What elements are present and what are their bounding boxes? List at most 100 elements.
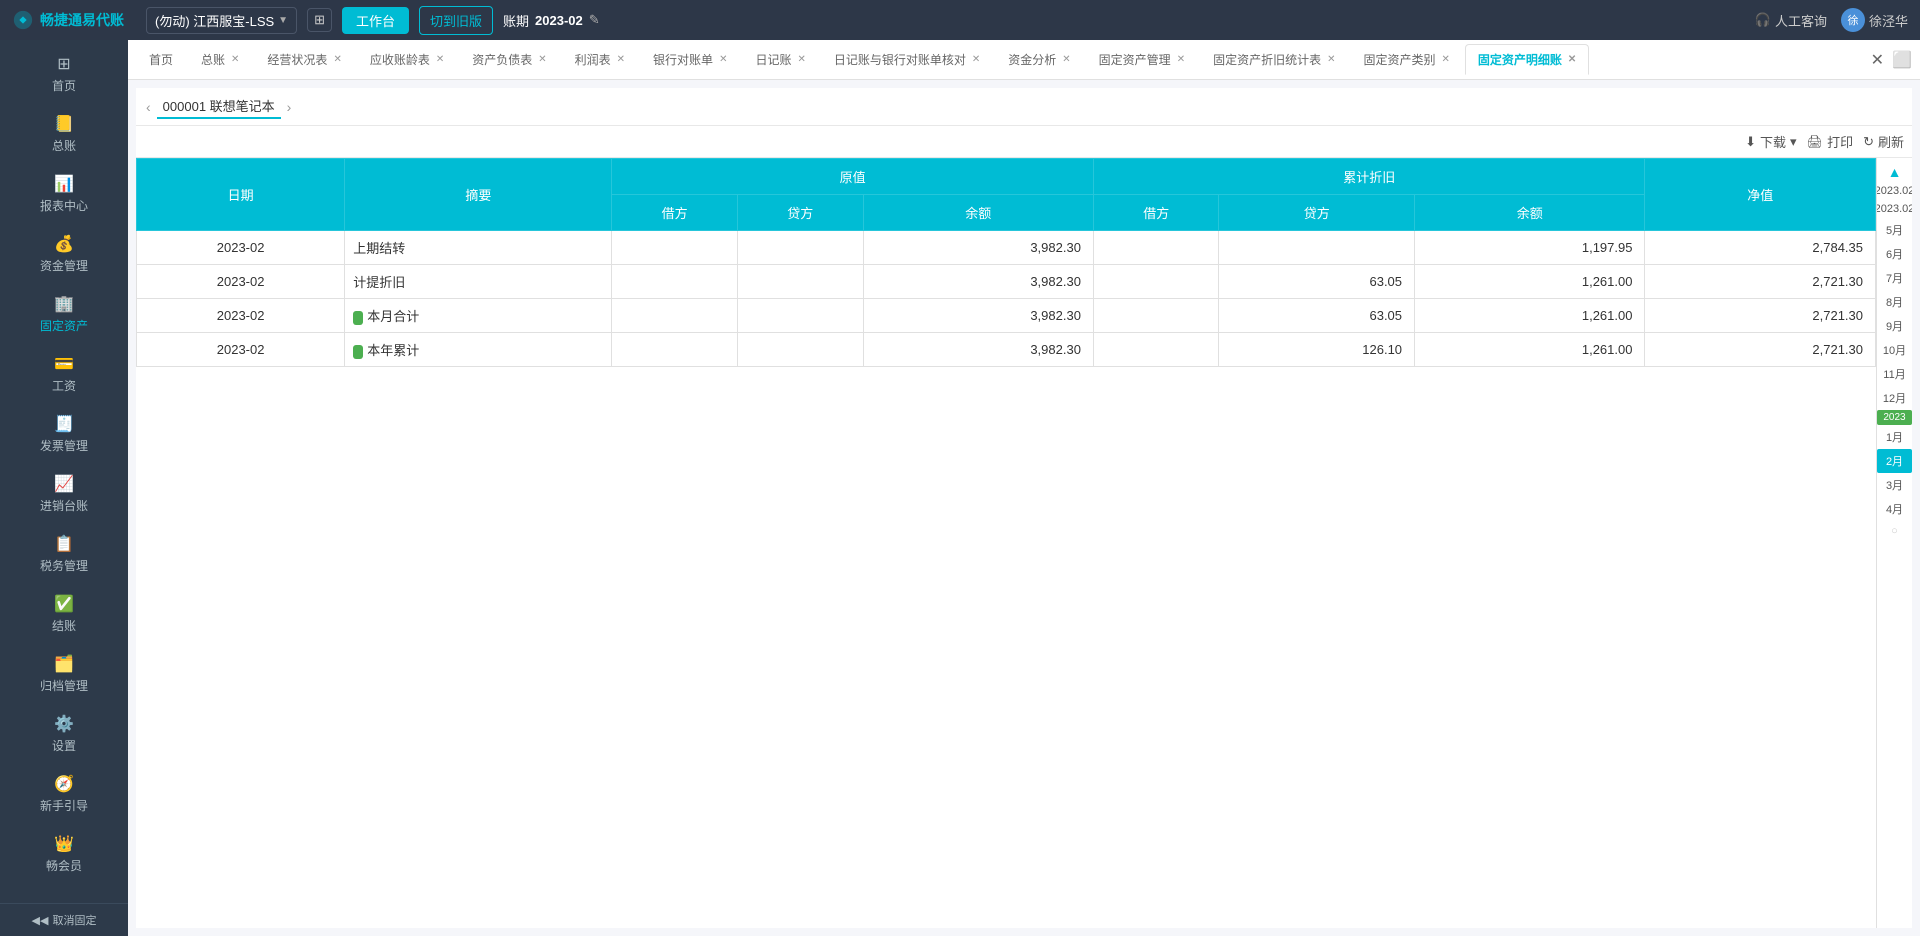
tab-reconcile[interactable]: 日记账与银行对账单核对 ✕ (821, 44, 993, 75)
tab-capital-analysis-close[interactable]: ✕ (1062, 54, 1070, 65)
sidebar-item-tax[interactable]: 📋 税务管理 (0, 524, 128, 584)
refresh-button[interactable]: ↻ 刷新 (1863, 132, 1904, 151)
tab-fixed-mgmt[interactable]: 固定资产管理 ✕ (1086, 44, 1198, 75)
tab-home[interactable]: 首页 (136, 44, 186, 75)
tab-fixed-detail-close[interactable]: ✕ (1568, 54, 1576, 65)
headset-icon: 🎧 (1755, 12, 1771, 28)
tab-operations-close[interactable]: ✕ (333, 54, 341, 65)
sidebar-item-capital[interactable]: 💰 资金管理 (0, 224, 128, 284)
settle-icon: ✅ (54, 594, 74, 614)
tab-depreciation-stats[interactable]: 固定资产折旧统计表 ✕ (1200, 44, 1348, 75)
panel-month-10[interactable]: 10月 (1877, 338, 1912, 362)
app-title: 畅捷通易代账 (40, 10, 124, 30)
table-row[interactable]: 2023-02本月合计3,982.3063.051,261.002,721.30 (137, 299, 1876, 333)
panel-month-7[interactable]: 7月 (1877, 266, 1912, 290)
ledger-icon: 📒 (54, 114, 74, 134)
col-orig-balance: 余额 (863, 195, 1093, 231)
sidebar-label-ledger: 总账 (52, 137, 76, 154)
sidebar-item-settle[interactable]: ✅ 结账 (0, 584, 128, 644)
table-row[interactable]: 2023-02上期结转3,982.301,197.952,784.35 (137, 231, 1876, 265)
sidebar-item-settings[interactable]: ⚙️ 设置 (0, 704, 128, 764)
sidebar-item-archive[interactable]: 🗂️ 归档管理 (0, 644, 128, 704)
sidebar-item-guide[interactable]: 🧭 新手引导 (0, 764, 128, 824)
tab-journal[interactable]: 日记账 ✕ (742, 44, 818, 75)
col-orig-credit: 贷方 (737, 195, 863, 231)
panel-date-label2[interactable]: 2023.02 (1876, 200, 1912, 218)
sidebar-item-home[interactable]: ⊞ 首页 (0, 44, 128, 104)
tab-bank-close[interactable]: ✕ (719, 54, 727, 65)
panel-up-icon[interactable]: ▲ (1886, 162, 1904, 182)
tab-ledger-close[interactable]: ✕ (231, 54, 239, 65)
close-all-tabs-icon[interactable]: ✕ (1871, 50, 1884, 70)
tab-receivable-close[interactable]: ✕ (436, 54, 444, 65)
tab-journal-close[interactable]: ✕ (797, 54, 805, 65)
panel-month-1[interactable]: 1月 (1877, 425, 1912, 449)
company-name: (勿动) 江西服宝-LSS (155, 11, 274, 30)
col-orig-debit: 借方 (612, 195, 738, 231)
pin-toggle[interactable]: ◀◀ 取消固定 (0, 903, 128, 936)
sidebar-item-invoice[interactable]: 🧾 发票管理 (0, 404, 128, 464)
col-accum-balance: 余额 (1415, 195, 1645, 231)
tab-fixed-category-close[interactable]: ✕ (1442, 54, 1450, 65)
tab-fixed-detail-label: 固定资产明细账 (1478, 51, 1562, 68)
sidebar-item-payroll[interactable]: 💳 工资 (0, 344, 128, 404)
panel-month-12[interactable]: 12月 (1877, 386, 1912, 410)
tab-fixed-mgmt-close[interactable]: ✕ (1177, 54, 1185, 65)
tab-capital-analysis[interactable]: 资金分析 ✕ (995, 44, 1083, 75)
panel-month-11[interactable]: 11月 (1877, 362, 1912, 386)
tab-reconcile-close[interactable]: ✕ (972, 54, 980, 65)
download-icon: ⬇ (1745, 134, 1756, 150)
panel-date-top[interactable]: 2023.02 (1876, 182, 1912, 200)
table-row[interactable]: 2023-02计提折旧3,982.3063.051,261.002,721.30 (137, 265, 1876, 299)
sidebar-item-fixed-assets[interactable]: 🏢 固定资产 (0, 284, 128, 344)
sidebar-item-sales[interactable]: 📈 进销台账 (0, 464, 128, 524)
sidebar-item-ledger[interactable]: 📒 总账 (0, 104, 128, 164)
tab-reconcile-label: 日记账与银行对账单核对 (834, 51, 966, 68)
tab-balance-close[interactable]: ✕ (538, 54, 546, 65)
panel-month-5[interactable]: 5月 (1877, 218, 1912, 242)
user-profile-button[interactable]: 徐 徐泾华 (1841, 8, 1908, 32)
download-button[interactable]: ⬇ 下载 ▾ (1745, 132, 1796, 151)
company-selector[interactable]: (勿动) 江西服宝-LSS ▼ (146, 7, 297, 34)
panel-month-4[interactable]: 4月 (1877, 497, 1912, 521)
copy-button[interactable]: ⊞ (307, 8, 332, 32)
panel-month-6[interactable]: 6月 (1877, 242, 1912, 266)
tab-profit-close[interactable]: ✕ (617, 54, 625, 65)
tab-fixed-mgmt-label: 固定资产管理 (1099, 51, 1171, 68)
breadcrumb-next-button[interactable]: › (285, 97, 294, 117)
panel-month-2-active[interactable]: 2月 (1877, 449, 1912, 473)
tab-receivable-label: 应收账龄表 (370, 51, 430, 68)
tab-receivable[interactable]: 应收账龄表 ✕ (357, 44, 457, 75)
tab-bank[interactable]: 银行对账单 ✕ (640, 44, 740, 75)
tab-operations[interactable]: 经营状况表 ✕ (254, 44, 354, 75)
breadcrumb-prev-button[interactable]: ‹ (144, 97, 153, 117)
tab-ledger-label: 总账 (201, 51, 225, 68)
tab-fixed-category[interactable]: 固定资产类别 ✕ (1350, 44, 1462, 75)
invoice-icon: 🧾 (54, 414, 74, 434)
tab-depreciation-stats-close[interactable]: ✕ (1327, 54, 1335, 65)
tab-fixed-category-label: 固定资产类别 (1363, 51, 1435, 68)
sidebar-label-home: 首页 (52, 77, 76, 94)
panel-month-9[interactable]: 9月 (1877, 314, 1912, 338)
print-button[interactable]: 🖨 打印 (1807, 132, 1854, 151)
avatar: 徐 (1841, 8, 1865, 32)
detail-table-container: 日期 摘要 原值 累计折旧 净值 借方 贷方 (136, 158, 1876, 928)
old-version-button[interactable]: 切到旧版 (419, 6, 493, 35)
tab-balance[interactable]: 资产负债表 ✕ (459, 44, 559, 75)
print-icon: 🖨 (1807, 134, 1824, 150)
table-row[interactable]: 2023-02本年累计3,982.30126.101,261.002,721.3… (137, 333, 1876, 367)
tab-depreciation-stats-label: 固定资产折旧统计表 (1213, 51, 1321, 68)
col-accum-credit: 贷方 (1219, 195, 1415, 231)
panel-month-3[interactable]: 3月 (1877, 473, 1912, 497)
workbench-button[interactable]: 工作台 (342, 7, 409, 34)
tab-journal-label: 日记账 (755, 51, 791, 68)
sidebar-item-report[interactable]: 📊 报表中心 (0, 164, 128, 224)
edit-period-icon[interactable]: ✎ (589, 12, 600, 28)
user-service-button[interactable]: 🎧 人工客询 (1755, 11, 1827, 30)
panel-month-8[interactable]: 8月 (1877, 290, 1912, 314)
tab-fixed-detail[interactable]: 固定资产明细账 ✕ (1465, 44, 1589, 75)
tab-ledger[interactable]: 总账 ✕ (188, 44, 252, 75)
sidebar-item-member[interactable]: 👑 畅会员 (0, 824, 128, 884)
maximize-icon[interactable]: ⬜ (1892, 50, 1912, 70)
tab-profit[interactable]: 利润表 ✕ (562, 44, 638, 75)
